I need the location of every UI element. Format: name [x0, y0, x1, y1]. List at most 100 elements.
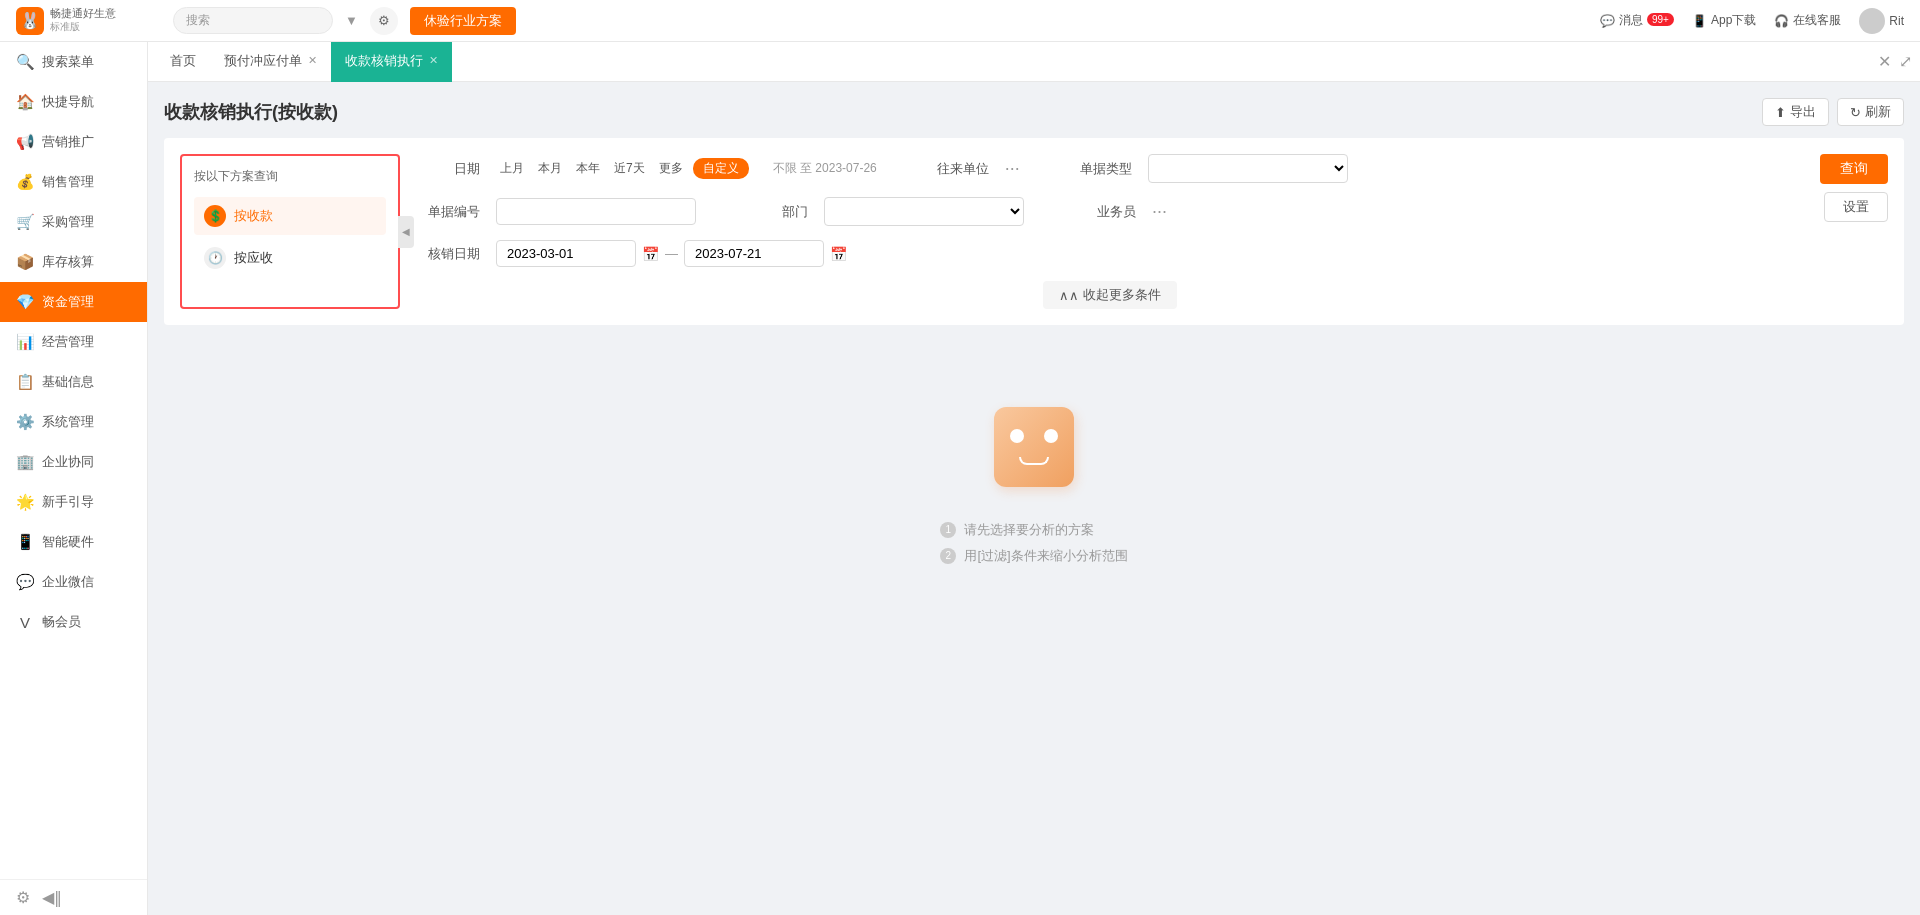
- option-label-by-receivable: 按应收: [234, 249, 273, 267]
- sidebar-item-hardware[interactable]: 📱 智能硬件: [0, 522, 147, 562]
- industry-solution-button[interactable]: 休验行业方案: [410, 7, 516, 35]
- header-search-input[interactable]: 搜索: [173, 7, 333, 34]
- sidebar-label-system: 系统管理: [42, 413, 94, 431]
- message-icon: 💬: [1600, 14, 1615, 28]
- doc-no-label: 单据编号: [424, 203, 480, 221]
- user-action[interactable]: Rit: [1859, 8, 1904, 34]
- sidebar-icon-finance: 💎: [16, 293, 34, 311]
- online-service-action[interactable]: 🎧 在线客服: [1774, 12, 1841, 29]
- sidebar-item-enterprise[interactable]: 🏢 企业协同: [0, 442, 147, 482]
- expand-tab-icon[interactable]: ⤢: [1899, 52, 1912, 71]
- this-year-button[interactable]: 本年: [572, 158, 604, 179]
- last-7-days-button[interactable]: 近7天: [610, 158, 649, 179]
- page-title: 收款核销执行(按收款): [164, 100, 338, 124]
- tab-close-receivables[interactable]: ✕: [429, 54, 438, 67]
- sidebar-icon-operation: 📊: [16, 333, 34, 351]
- sidebar-item-basic[interactable]: 📋 基础信息: [0, 362, 147, 402]
- gear-icon[interactable]: ⚙: [370, 7, 398, 35]
- setting-button[interactable]: 设置: [1824, 192, 1888, 222]
- sidebar-item-shortcut[interactable]: 🏠 快捷导航: [0, 82, 147, 122]
- calendar-end-icon[interactable]: 📅: [830, 246, 847, 262]
- user-name: Rit: [1889, 14, 1904, 28]
- doc-type-select[interactable]: [1148, 154, 1348, 183]
- option-label-by-receipt: 按收款: [234, 207, 273, 225]
- verify-date-label: 核销日期: [424, 245, 480, 263]
- sidebar-icon-guide: 🌟: [16, 493, 34, 511]
- page-actions: ⬆ 导出 ↻ 刷新: [1762, 98, 1904, 126]
- verify-date-start-input[interactable]: [496, 240, 636, 267]
- doc-no-input[interactable]: [496, 198, 696, 225]
- tab-bar: 首页预付冲应付单✕收款核销执行✕ ✕ ⤢: [148, 42, 1920, 82]
- sidebar-icon-enterprise: 🏢: [16, 453, 34, 471]
- tab-home[interactable]: 首页: [156, 42, 210, 82]
- close-tab-icon[interactable]: ✕: [1878, 52, 1891, 71]
- sidebar-label-sales: 销售管理: [42, 173, 94, 191]
- settings-icon[interactable]: ⚙: [16, 888, 30, 907]
- this-month-button[interactable]: 本月: [534, 158, 566, 179]
- last-month-button[interactable]: 上月: [496, 158, 528, 179]
- app-download-label: App下载: [1711, 12, 1756, 29]
- sidebar-label-marketing: 营销推广: [42, 133, 94, 151]
- sidebar-label-member: 畅会员: [42, 613, 81, 631]
- tab-receivables[interactable]: 收款核销执行✕: [331, 42, 452, 82]
- robot-mouth: [1019, 457, 1049, 465]
- message-action[interactable]: 💬 消息 99+: [1600, 12, 1674, 29]
- sidebar-item-search[interactable]: 🔍 搜索菜单: [0, 42, 147, 82]
- verify-date-end-input[interactable]: [684, 240, 824, 267]
- filter-actions: 查询 设置: [1820, 154, 1888, 309]
- export-button[interactable]: ⬆ 导出: [1762, 98, 1829, 126]
- date-unlimited-text: 不限 至 2023-07-26: [773, 160, 877, 177]
- sidebar-item-operation[interactable]: 📊 经营管理: [0, 322, 147, 362]
- partner-dots-button[interactable]: ···: [1005, 158, 1020, 179]
- sidebar-label-inventory: 库存核算: [42, 253, 94, 271]
- refresh-button[interactable]: ↻ 刷新: [1837, 98, 1904, 126]
- sidebar-item-system[interactable]: ⚙️ 系统管理: [0, 402, 147, 442]
- sales-person-dots-button[interactable]: ···: [1152, 201, 1167, 222]
- filter-panel: 按以下方案查询 💲 按收款 🕐 按应收 ◀ 日期 上月 本月 本年 近7天: [164, 138, 1904, 325]
- sidebar-item-finance[interactable]: 💎 资金管理: [0, 282, 147, 322]
- custom-date-badge[interactable]: 自定义: [693, 158, 749, 179]
- sidebar-item-inventory[interactable]: 📦 库存核算: [0, 242, 147, 282]
- sidebar-label-search: 搜索菜单: [42, 53, 94, 71]
- sidebar-label-wechat: 企业微信: [42, 573, 94, 591]
- sidebar-item-wechat[interactable]: 💬 企业微信: [0, 562, 147, 602]
- sidebar-item-member[interactable]: V 畅会员: [0, 602, 147, 642]
- collapse-sidebar-icon[interactable]: ◀‖: [42, 888, 62, 907]
- dept-label: 部门: [752, 203, 808, 221]
- search-placeholder-text: 搜索: [186, 13, 210, 27]
- filter-row-verify-date: 核销日期 📅 — 📅: [424, 240, 1796, 267]
- app-name: 畅捷通好生意: [50, 7, 116, 20]
- more-date-button[interactable]: 更多: [655, 158, 687, 179]
- robot-graphic: [994, 407, 1074, 487]
- sidebar-item-sales[interactable]: 💰 销售管理: [0, 162, 147, 202]
- sidebar-item-guide[interactable]: 🌟 新手引导: [0, 482, 147, 522]
- logo-area: 🐰 畅捷通好生意 标准版: [16, 7, 161, 35]
- chevron-up-icon: ∧∧: [1059, 288, 1079, 303]
- sidebar-item-marketing[interactable]: 📢 营销推广: [0, 122, 147, 162]
- tab-prepay[interactable]: 预付冲应付单✕: [210, 42, 331, 82]
- query-button[interactable]: 查询: [1820, 154, 1888, 184]
- app-badge: 标准版: [50, 20, 116, 34]
- sidebar-label-operation: 经营管理: [42, 333, 94, 351]
- main-content: 首页预付冲应付单✕收款核销执行✕ ✕ ⤢ 收款核销执行(按收款) ⬆ 导出 ↻ …: [148, 42, 1920, 915]
- calendar-start-icon[interactable]: 📅: [642, 246, 659, 262]
- sidebar-icon-search: 🔍: [16, 53, 34, 71]
- filter-option-by-receivable[interactable]: 🕐 按应收: [194, 239, 386, 277]
- collapse-more-button[interactable]: ∧∧ 收起更多条件: [1043, 281, 1177, 309]
- sidebar-icon-sales: 💰: [16, 173, 34, 191]
- chevron-down-icon[interactable]: ▼: [345, 13, 358, 28]
- filter-row-date: 日期 上月 本月 本年 近7天 更多 自定义 不限 至 2023-07-26 往…: [424, 154, 1796, 183]
- collapse-panel-button[interactable]: ◀: [398, 216, 414, 248]
- dept-select[interactable]: [824, 197, 1024, 226]
- tab-label-home: 首页: [170, 52, 196, 70]
- tab-close-prepay[interactable]: ✕: [308, 54, 317, 67]
- sidebar-item-purchase[interactable]: 🛒 采购管理: [0, 202, 147, 242]
- sidebar-label-hardware: 智能硬件: [42, 533, 94, 551]
- tab-bar-actions: ✕ ⤢: [1878, 52, 1912, 71]
- sidebar-label-basic: 基础信息: [42, 373, 94, 391]
- filter-option-by-receipt[interactable]: 💲 按收款: [194, 197, 386, 235]
- online-service-label: 在线客服: [1793, 12, 1841, 29]
- sidebar-icon-inventory: 📦: [16, 253, 34, 271]
- logo-icon: 🐰: [16, 7, 44, 35]
- app-download-action[interactable]: 📱 App下载: [1692, 12, 1756, 29]
